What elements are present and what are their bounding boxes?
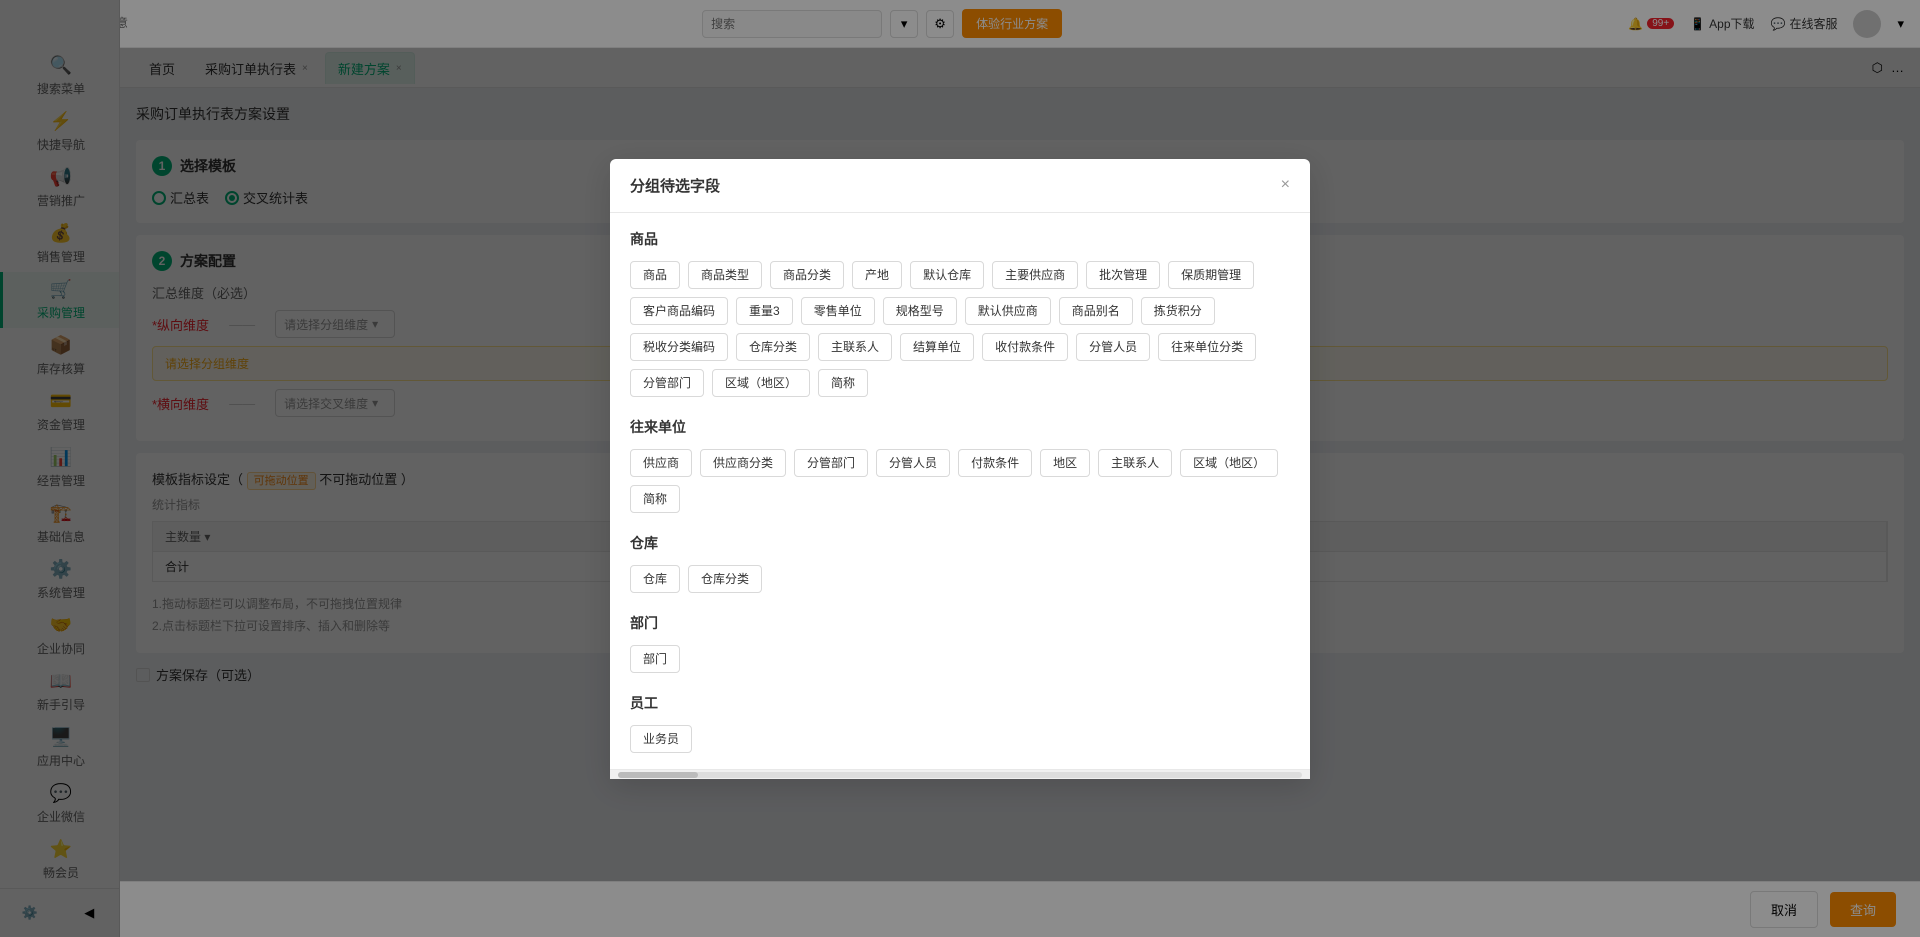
chip-default-warehouse[interactable]: 默认仓库 <box>910 261 984 289</box>
chip-payment-condition[interactable]: 付款条件 <box>958 449 1032 477</box>
chip-salesperson[interactable]: 业务员 <box>630 725 692 753</box>
chip-settlement-unit[interactable]: 结算单位 <box>900 333 974 361</box>
section-partner: 往来单位 供应商 供应商分类 分管部门 分管人员 付款条件 地区 主联系人 区域… <box>630 417 1290 513</box>
chip-supervisor[interactable]: 分管人员 <box>1076 333 1150 361</box>
modal-title: 分组待选字段 <box>630 175 720 196</box>
chip-supplier[interactable]: 供应商 <box>630 449 692 477</box>
chip-customer-code[interactable]: 客户商品编码 <box>630 297 728 325</box>
chip-department[interactable]: 部门 <box>630 645 680 673</box>
chip-spec-model[interactable]: 规格型号 <box>883 297 957 325</box>
chip-weight3[interactable]: 重量3 <box>736 297 793 325</box>
modal-header: 分组待选字段 × <box>610 159 1310 213</box>
chip-warehouse-cat[interactable]: 仓库分类 <box>688 565 762 593</box>
section-goods-title: 商品 <box>630 229 1290 249</box>
chip-main-supplier[interactable]: 主要供应商 <box>992 261 1078 289</box>
section-warehouse: 仓库 仓库 仓库分类 <box>630 533 1290 593</box>
section-warehouse-chips: 仓库 仓库分类 <box>630 565 1290 593</box>
chip-main-contact[interactable]: 主联系人 <box>818 333 892 361</box>
chip-origin[interactable]: 产地 <box>852 261 902 289</box>
section-department: 部门 部门 <box>630 613 1290 673</box>
chip-manage-person[interactable]: 分管人员 <box>876 449 950 477</box>
chip-area[interactable]: 地区 <box>1040 449 1090 477</box>
chip-partner-category[interactable]: 往来单位分类 <box>1158 333 1256 361</box>
section-department-chips: 部门 <box>630 645 1290 673</box>
section-employee-title: 员工 <box>630 693 1290 713</box>
chip-default-supplier[interactable]: 默认供应商 <box>965 297 1051 325</box>
chip-short-name-partner[interactable]: 简称 <box>630 485 680 513</box>
chip-short-name-goods[interactable]: 简称 <box>818 369 868 397</box>
modal-close-btn[interactable]: × <box>1281 176 1290 194</box>
chip-goods-type[interactable]: 商品类型 <box>688 261 762 289</box>
section-goods-chips: 商品 商品类型 商品分类 产地 默认仓库 主要供应商 批次管理 保质期管理 客户… <box>630 261 1290 397</box>
section-warehouse-title: 仓库 <box>630 533 1290 553</box>
chip-expiry-mgmt[interactable]: 保质期管理 <box>1168 261 1254 289</box>
section-partner-title: 往来单位 <box>630 417 1290 437</box>
chip-tax-code[interactable]: 税收分类编码 <box>630 333 728 361</box>
chip-batch-mgmt[interactable]: 批次管理 <box>1086 261 1160 289</box>
chip-main-contact-partner[interactable]: 主联系人 <box>1098 449 1172 477</box>
modal-overlay: 分组待选字段 × 商品 商品 商品类型 商品分类 产地 默认仓库 主要供应商 批… <box>0 0 1920 937</box>
chip-warehouse[interactable]: 仓库 <box>630 565 680 593</box>
chip-warehouse-category[interactable]: 仓库分类 <box>736 333 810 361</box>
chip-goods[interactable]: 商品 <box>630 261 680 289</box>
chip-retail-unit[interactable]: 零售单位 <box>801 297 875 325</box>
section-partner-chips: 供应商 供应商分类 分管部门 分管人员 付款条件 地区 主联系人 区域（地区） … <box>630 449 1290 513</box>
section-department-title: 部门 <box>630 613 1290 633</box>
chip-dept[interactable]: 分管部门 <box>630 369 704 397</box>
chip-goods-alias[interactable]: 商品别名 <box>1059 297 1133 325</box>
chip-manage-dept[interactable]: 分管部门 <box>794 449 868 477</box>
chip-goods-category[interactable]: 商品分类 <box>770 261 844 289</box>
modal-hscroll[interactable] <box>610 769 1310 779</box>
chip-region-partner[interactable]: 区域（地区） <box>1180 449 1278 477</box>
section-employee-chips: 业务员 <box>630 725 1290 753</box>
chip-supplier-category[interactable]: 供应商分类 <box>700 449 786 477</box>
chip-payment-terms[interactable]: 收付款条件 <box>982 333 1068 361</box>
section-goods: 商品 商品 商品类型 商品分类 产地 默认仓库 主要供应商 批次管理 保质期管理… <box>630 229 1290 397</box>
chip-pick-points[interactable]: 拣货积分 <box>1141 297 1215 325</box>
field-select-modal: 分组待选字段 × 商品 商品 商品类型 商品分类 产地 默认仓库 主要供应商 批… <box>610 159 1310 779</box>
chip-region-goods[interactable]: 区域（地区） <box>712 369 810 397</box>
modal-body[interactable]: 商品 商品 商品类型 商品分类 产地 默认仓库 主要供应商 批次管理 保质期管理… <box>610 213 1310 769</box>
section-employee: 员工 业务员 <box>630 693 1290 753</box>
